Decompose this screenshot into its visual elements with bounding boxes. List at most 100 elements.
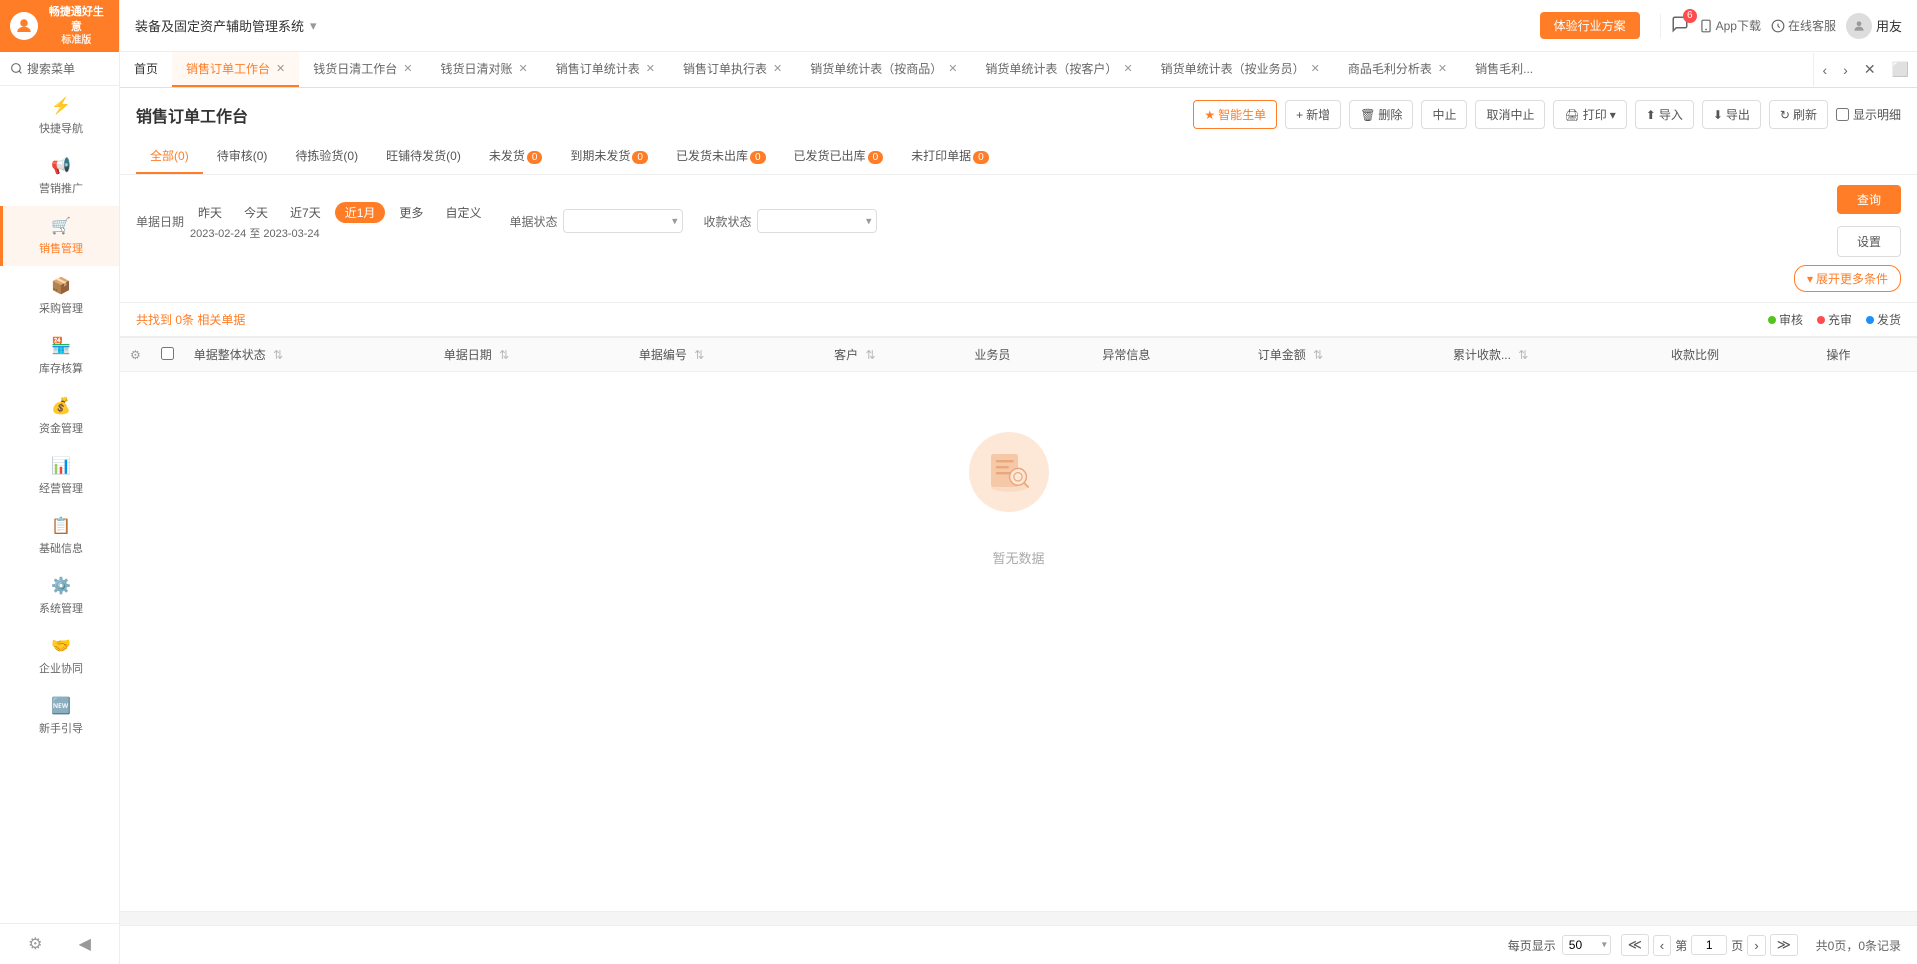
payment-select[interactable]: [757, 209, 877, 233]
tab-sales-summary-staff[interactable]: 销货单统计表（按业务员） ✕: [1147, 52, 1334, 87]
user-menu-button[interactable]: 用友: [1846, 13, 1902, 39]
batch-ship-button[interactable]: 发货: [1866, 311, 1901, 328]
column-settings-icon[interactable]: ⚙: [130, 348, 141, 362]
date-btn-7days[interactable]: 近7天: [282, 202, 329, 223]
sidebar-item-label: 营销推广: [39, 180, 83, 196]
search-menu[interactable]: 搜索菜单: [0, 52, 119, 86]
sidebar-item-basic[interactable]: 📋 基础信息: [0, 506, 119, 566]
tab-sales-more[interactable]: 销售毛利...: [1461, 52, 1547, 87]
message-button[interactable]: 6: [1671, 15, 1689, 36]
tab-close-icon[interactable]: ✕: [773, 62, 782, 75]
stop-button[interactable]: 中止: [1421, 100, 1467, 129]
sidebar-item-marketing[interactable]: 📢 营销推广: [0, 146, 119, 206]
expand-filter-button[interactable]: ▾ 展开更多条件: [1794, 265, 1901, 292]
sidebar-item-finance[interactable]: 💰 资金管理: [0, 386, 119, 446]
sidebar-item-quick[interactable]: ⚡ 快捷导航: [0, 86, 119, 146]
new-button[interactable]: + 新增: [1285, 100, 1341, 129]
delete-button[interactable]: 🗑 删除: [1349, 100, 1413, 129]
app-download-button[interactable]: App下载: [1699, 17, 1761, 34]
tab-sales-workbench[interactable]: 销售订单工作台 ✕: [172, 52, 299, 87]
sidebar-item-sales[interactable]: 🛒 销售管理: [0, 206, 119, 266]
collapse-sidebar-icon[interactable]: ◀: [79, 934, 91, 954]
expand-btn-label: 展开更多条件: [1816, 270, 1888, 287]
online-service-button[interactable]: 在线客服: [1771, 17, 1836, 34]
sidebar-item-inventory[interactable]: 🏪 库存核算: [0, 326, 119, 386]
sub-tab-not-printed[interactable]: 未打印单据0: [897, 139, 1003, 174]
tab-scroll-right-icon[interactable]: ›: [1835, 54, 1856, 86]
import-button[interactable]: ⬆ 导入: [1635, 100, 1694, 129]
sidebar-item-system[interactable]: ⚙️ 系统管理: [0, 566, 119, 626]
sort-icon[interactable]: ⇅: [1518, 348, 1528, 362]
export-button[interactable]: ⬇ 导出: [1702, 100, 1761, 129]
per-page-select[interactable]: 50 100: [1562, 935, 1611, 955]
tab-close-current-icon[interactable]: ✕: [1856, 53, 1884, 86]
sub-tab-not-shipped[interactable]: 未发货0: [475, 139, 557, 174]
refresh-button[interactable]: ↻ 刷新: [1769, 100, 1828, 129]
tab-sales-exec[interactable]: 销售订单执行表 ✕: [669, 52, 796, 87]
tab-sales-stats[interactable]: 销售订单统计表 ✕: [542, 52, 669, 87]
delete-btn-label: 删除: [1378, 106, 1402, 123]
date-btn-1month[interactable]: 近1月: [335, 202, 386, 223]
tabbar: 首页 销售订单工作台 ✕ 钱货日清工作台 ✕ 钱货日清对账 ✕ 销售订单统计表 …: [120, 52, 1917, 88]
app-logo: 畅捷通好生意 标准版: [0, 0, 119, 52]
first-page-button[interactable]: ≪: [1621, 934, 1649, 956]
smart-create-button[interactable]: ★ 智能生单: [1193, 100, 1277, 129]
sort-icon[interactable]: ⇅: [273, 348, 283, 362]
sidebar-item-label: 经营管理: [39, 480, 83, 496]
batch-reject-button[interactable]: 充审: [1817, 311, 1852, 328]
status-select[interactable]: [563, 209, 683, 233]
tab-scroll-left-icon[interactable]: ‹: [1814, 54, 1835, 86]
sort-icon[interactable]: ⇅: [865, 348, 875, 362]
next-page-button[interactable]: ›: [1747, 935, 1765, 956]
dropdown-arrow-icon[interactable]: ▾: [310, 18, 317, 34]
tab-close-icon[interactable]: ✕: [519, 62, 528, 75]
tab-cash-reconcile[interactable]: 钱货日清对账 ✕: [426, 52, 541, 87]
show-detail-toggle[interactable]: 显示明细: [1836, 106, 1901, 123]
set-button[interactable]: 设置: [1837, 226, 1901, 257]
sort-icon[interactable]: ⇅: [499, 348, 509, 362]
sidebar-item-purchase[interactable]: 📦 采购管理: [0, 266, 119, 326]
tab-close-icon[interactable]: ✕: [276, 62, 285, 75]
prev-page-button[interactable]: ‹: [1653, 935, 1671, 956]
tab-maximize-icon[interactable]: ⬜: [1884, 53, 1917, 86]
date-btn-today[interactable]: 今天: [236, 202, 276, 223]
tab-cash-daily[interactable]: 钱货日清工作台 ✕: [299, 52, 426, 87]
page-input[interactable]: [1691, 935, 1727, 955]
sub-tab-shipped-not-out[interactable]: 已发货未出库0: [662, 139, 780, 174]
table-hscroll[interactable]: [120, 911, 1917, 925]
tab-close-icon[interactable]: ✕: [1123, 62, 1132, 75]
sidebar-item-guide[interactable]: 🆕 新手引导: [0, 686, 119, 746]
query-button[interactable]: 查询: [1837, 185, 1901, 214]
sub-tab-overdue[interactable]: 到期未发货0: [556, 139, 662, 174]
sidebar-item-operations[interactable]: 📊 经营管理: [0, 446, 119, 506]
select-all-checkbox[interactable]: [161, 347, 174, 360]
batch-audit-button[interactable]: 审核: [1768, 311, 1803, 328]
print-button[interactable]: 🖨 打印 ▾: [1553, 100, 1626, 129]
tab-close-icon[interactable]: ✕: [1438, 62, 1447, 75]
date-btn-custom[interactable]: 自定义: [437, 202, 489, 223]
sort-icon[interactable]: ⇅: [694, 348, 704, 362]
tab-close-icon[interactable]: ✕: [948, 62, 957, 75]
tab-close-icon[interactable]: ✕: [1311, 62, 1320, 75]
sub-tab-shipped-out[interactable]: 已发货已出库0: [780, 139, 898, 174]
tab-close-icon[interactable]: ✕: [403, 62, 412, 75]
date-btn-yesterday[interactable]: 昨天: [190, 202, 230, 223]
tab-home[interactable]: 首页: [120, 52, 172, 87]
sidebar-item-enterprise[interactable]: 🤝 企业协同: [0, 626, 119, 686]
tab-sales-summary-product[interactable]: 销货单统计表（按商品） ✕: [796, 52, 971, 87]
settings-gear-icon[interactable]: ⚙: [28, 934, 42, 954]
sub-tab-wangpu[interactable]: 旺铺待发货(0): [372, 139, 475, 174]
sort-icon[interactable]: ⇅: [1313, 348, 1323, 362]
sub-tab-pending-check[interactable]: 待拣验货(0): [281, 139, 372, 174]
table-header-row: ⚙ 单据整体状态 ⇅ 单据日期 ⇅: [120, 338, 1917, 372]
tab-close-icon[interactable]: ✕: [646, 62, 655, 75]
industry-solution-button[interactable]: 体验行业方案: [1540, 12, 1640, 39]
last-page-button[interactable]: ≫: [1770, 934, 1798, 956]
show-detail-checkbox[interactable]: [1836, 108, 1849, 121]
tab-sales-summary-customer[interactable]: 销货单统计表（按客户） ✕: [971, 52, 1146, 87]
cancel-stop-button[interactable]: 取消中止: [1475, 100, 1545, 129]
date-btn-more[interactable]: 更多: [391, 202, 431, 223]
sub-tab-all[interactable]: 全部(0): [136, 139, 203, 174]
sub-tab-pending[interactable]: 待审核(0): [203, 139, 282, 174]
tab-goods-profit[interactable]: 商品毛利分析表 ✕: [1334, 52, 1461, 87]
